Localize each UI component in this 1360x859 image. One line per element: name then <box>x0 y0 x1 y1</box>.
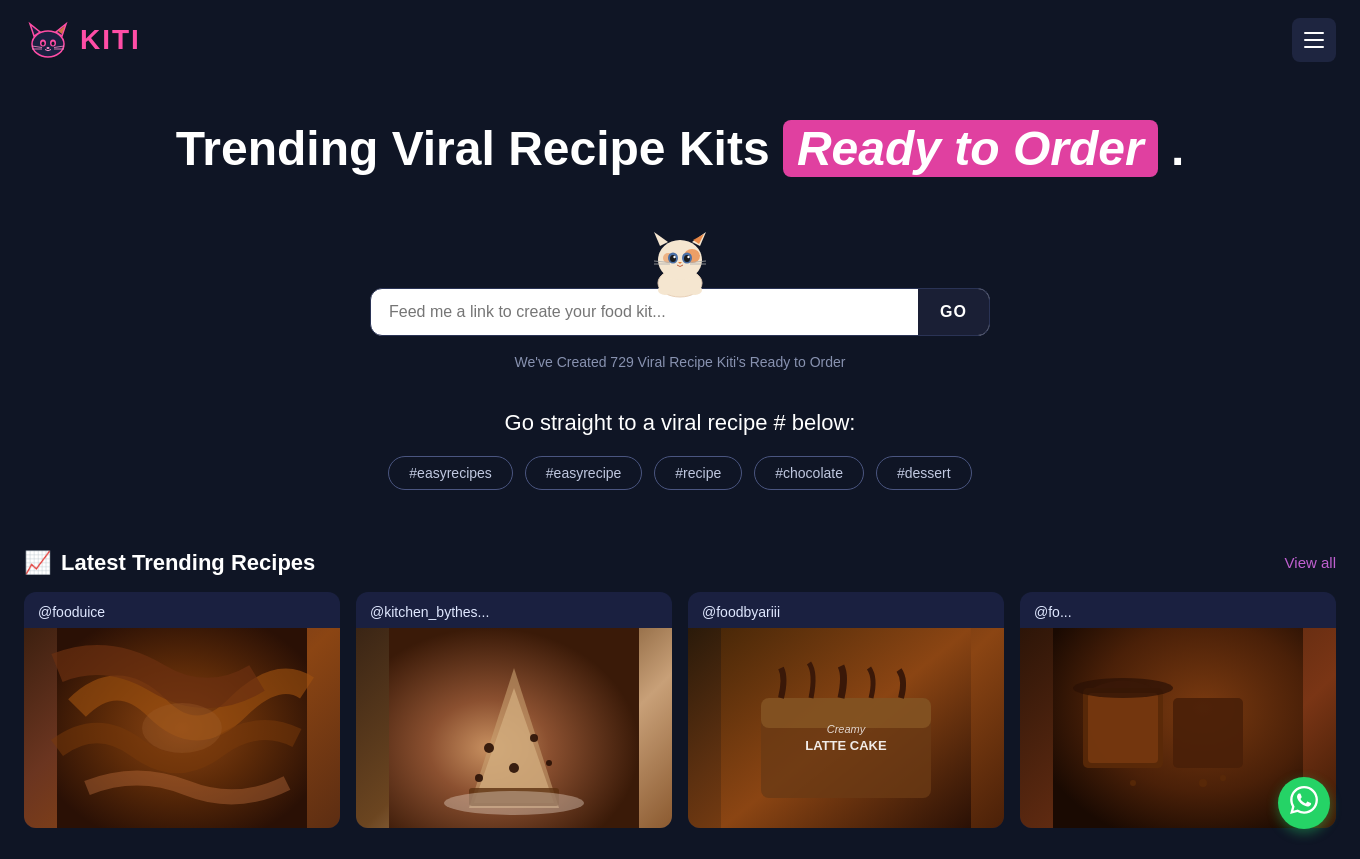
view-all-link[interactable]: View all <box>1285 554 1336 571</box>
svg-point-31 <box>658 285 672 295</box>
recipe-card[interactable]: @kitchen_bythes... <box>356 592 672 828</box>
svg-point-39 <box>484 743 494 753</box>
hero-title-end: . <box>1171 122 1184 175</box>
card-author-3: @foodbyariii <box>688 592 1004 628</box>
logo-cat-icon <box>24 16 72 64</box>
hashtag-pill-recipe[interactable]: #recipe <box>654 456 742 490</box>
logo-area: KITI <box>24 16 141 64</box>
svg-point-25 <box>687 255 689 257</box>
svg-point-7 <box>47 47 50 49</box>
card-image-2 <box>356 628 672 828</box>
svg-point-44 <box>444 791 584 815</box>
svg-point-32 <box>688 285 702 295</box>
svg-point-34 <box>142 703 222 753</box>
svg-point-24 <box>673 255 675 257</box>
go-button[interactable]: GO <box>918 289 989 335</box>
svg-text:LATTE CAKE: LATTE CAKE <box>805 738 887 753</box>
trending-title-area: 📈 Latest Trending Recipes <box>24 550 315 576</box>
card-image-3: Creamy LATTE CAKE <box>688 628 1004 828</box>
svg-point-6 <box>52 42 55 46</box>
hamburger-menu-button[interactable] <box>1292 18 1336 62</box>
hamburger-line-3 <box>1304 46 1324 48</box>
svg-point-56 <box>1220 775 1226 781</box>
svg-point-40 <box>530 734 538 742</box>
card-author-1: @fooduice <box>24 592 340 628</box>
cat-mascot <box>640 218 720 298</box>
svg-marker-15 <box>654 232 668 246</box>
hero-title-start: Trending Viral Recipe Kits <box>176 122 770 175</box>
svg-point-43 <box>475 774 483 782</box>
hashtag-pill-easyrecipe[interactable]: #easyrecipe <box>525 456 643 490</box>
svg-point-42 <box>546 760 552 766</box>
svg-point-55 <box>1199 779 1207 787</box>
cards-container: @fooduice <box>24 592 1336 828</box>
card-author-4: @fo... <box>1020 592 1336 628</box>
logo-text: KITI <box>80 24 141 56</box>
svg-rect-52 <box>1088 693 1158 763</box>
main-content: Trending Viral Recipe Kits Ready to Orde… <box>0 80 1360 828</box>
trending-header: 📈 Latest Trending Recipes View all <box>24 550 1336 576</box>
svg-point-57 <box>1130 780 1136 786</box>
card-author-2: @kitchen_bythes... <box>356 592 672 628</box>
header: KITI <box>0 0 1360 80</box>
sub-text: We've Created 729 Viral Recipe Kiti's Re… <box>515 354 846 370</box>
hamburger-line-1 <box>1304 32 1324 34</box>
hero-title-highlight: Ready to Order <box>783 120 1158 177</box>
hero-title: Trending Viral Recipe Kits Ready to Orde… <box>176 120 1185 178</box>
viral-recipe-text: Go straight to a viral recipe # below: <box>505 410 856 436</box>
svg-point-5 <box>42 42 45 46</box>
svg-point-41 <box>509 763 519 773</box>
hashtag-pill-easyrecipes[interactable]: #easyrecipes <box>388 456 513 490</box>
card-image-1 <box>24 628 340 828</box>
hashtag-pill-dessert[interactable]: #dessert <box>876 456 972 490</box>
whatsapp-icon <box>1290 786 1318 821</box>
trending-arrow-icon: 📈 <box>24 550 51 576</box>
whatsapp-button[interactable] <box>1278 777 1330 829</box>
svg-text:Creamy: Creamy <box>827 723 867 735</box>
recipe-card[interactable]: @foodbyariii <box>688 592 1004 828</box>
hashtag-container: #easyrecipes #easyrecipe #recipe #chocol… <box>388 456 971 490</box>
trending-section: 📈 Latest Trending Recipes View all @food… <box>0 550 1360 828</box>
trending-title: Latest Trending Recipes <box>61 550 315 576</box>
recipe-card[interactable]: @fooduice <box>24 592 340 828</box>
hashtag-pill-chocolate[interactable]: #chocolate <box>754 456 864 490</box>
svg-rect-53 <box>1173 698 1243 768</box>
hamburger-line-2 <box>1304 39 1324 41</box>
